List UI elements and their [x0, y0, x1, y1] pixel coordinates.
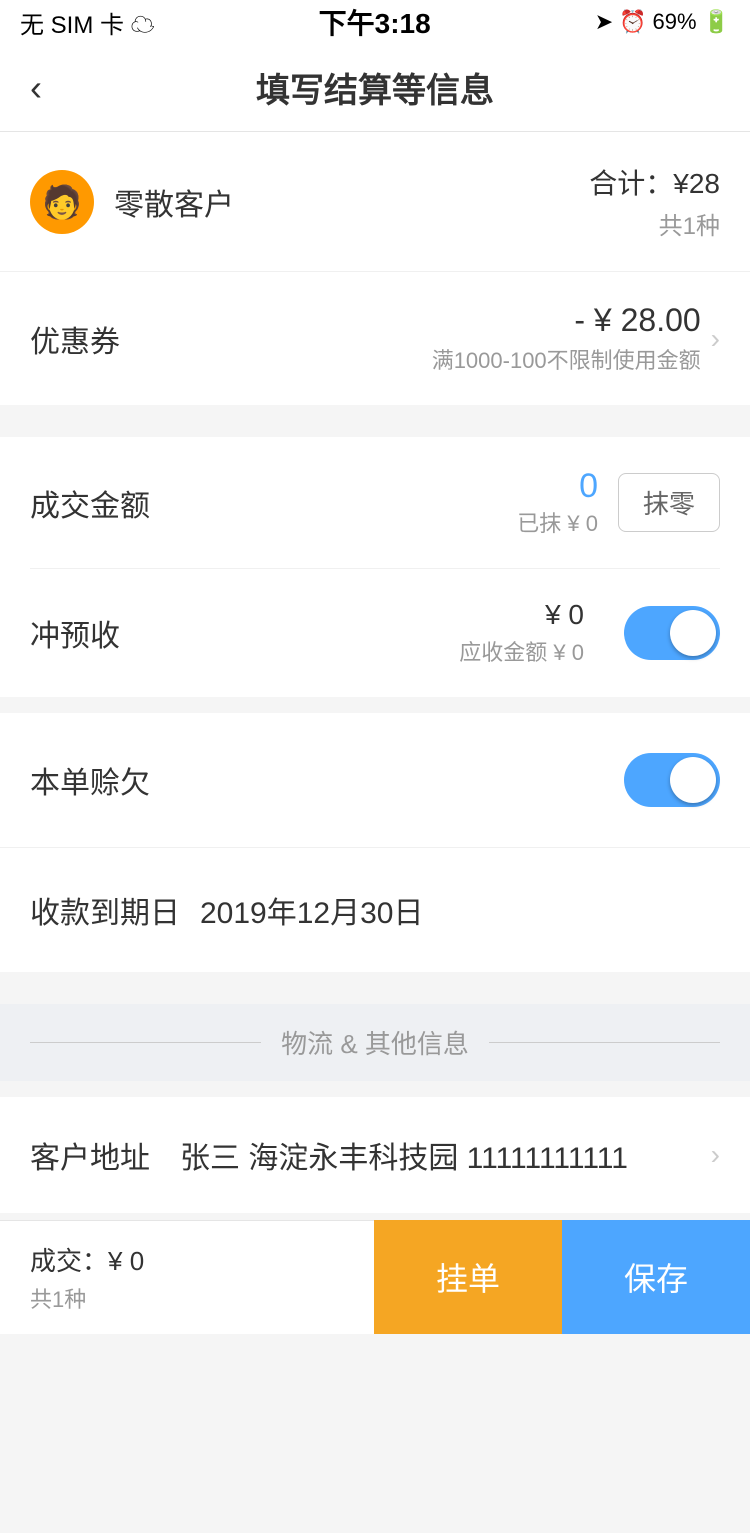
address-value: 张三 海淀永丰科技园 11111111111	[180, 1133, 711, 1177]
customer-name: 零散客户	[114, 180, 234, 224]
coupon-row[interactable]: 优惠券 - ¥ 28.00 满1000-100不限制使用金额 ›	[0, 271, 750, 405]
separator-1	[0, 421, 750, 437]
transaction-value[interactable]: 0	[517, 467, 598, 506]
hang-button[interactable]: 挂单	[374, 1220, 562, 1334]
signal-text: 无 SIM 卡 ☁	[20, 5, 155, 40]
deal-label: 成交：	[30, 1246, 108, 1276]
customer-left: 🧑 零散客户	[30, 170, 234, 234]
bottom-count: 共1种	[30, 1282, 344, 1314]
logistics-label: 物流 & 其他信息	[261, 1024, 489, 1061]
alarm-icon: ⏰	[619, 9, 646, 35]
customer-right: 合计：¥28 共1种	[589, 162, 720, 241]
separator-2	[0, 697, 750, 713]
transaction-sub: 已抹 ¥ 0	[517, 506, 598, 538]
coupon-desc: 满1000-100不限制使用金额	[432, 343, 701, 375]
page-title: 填写结算等信息	[256, 63, 494, 112]
due-date-row: 收款到期日 2019年12月30日	[0, 848, 750, 972]
deal-amount: ¥ 0	[108, 1246, 144, 1276]
debit-row: 本单赊欠	[0, 713, 750, 848]
status-time: 下午3:18	[319, 2, 431, 42]
avatar-icon: 🧑	[42, 183, 82, 221]
address-label: 客户地址	[30, 1133, 150, 1177]
debit-section: 本单赊欠 收款到期日 2019年12月30日	[0, 713, 750, 972]
transaction-label: 成交金额	[30, 481, 150, 525]
prepay-info: ¥ 0 应收金额 ¥ 0	[459, 599, 584, 667]
separator-3	[0, 988, 750, 1004]
transaction-section: 成交金额 0 已抹 ¥ 0 抹零 冲预收 ¥ 0 应收金额 ¥ 0	[0, 437, 750, 697]
coupon-amount: - ¥ 28.00	[432, 302, 701, 339]
address-row[interactable]: 客户地址 张三 海淀永丰科技园 11111111111 ›	[0, 1097, 750, 1213]
due-date-label: 收款到期日	[30, 888, 180, 932]
nav-bar: ‹ 填写结算等信息	[0, 44, 750, 132]
debit-label: 本单赊欠	[30, 758, 150, 802]
prepay-amount: ¥ 0	[459, 599, 584, 631]
status-bar: 无 SIM 卡 ☁ 下午3:18 ➤ ⏰ 69% 🔋	[0, 0, 750, 44]
address-section: 客户地址 张三 海淀永丰科技园 11111111111 ›	[0, 1097, 750, 1213]
avatar: 🧑	[30, 170, 94, 234]
bottom-deal-amount: 成交：¥ 0	[30, 1241, 344, 1278]
battery-text: 69%	[653, 9, 697, 35]
logistics-divider: 物流 & 其他信息	[0, 1024, 750, 1061]
transaction-row: 成交金额 0 已抹 ¥ 0 抹零	[30, 437, 720, 569]
bottom-summary: 成交：¥ 0 共1种	[0, 1220, 374, 1334]
prepay-sub: 应收金额 ¥ 0	[459, 635, 584, 667]
customer-section: 🧑 零散客户 合计：¥28 共1种 优惠券 - ¥ 28.00 满1000-10…	[0, 132, 750, 405]
location-icon: ➤	[595, 9, 613, 35]
prepay-toggle[interactable]	[624, 606, 720, 660]
coupon-info: - ¥ 28.00 满1000-100不限制使用金额	[432, 302, 701, 375]
logistics-section: 物流 & 其他信息	[0, 1004, 750, 1081]
save-button[interactable]: 保存	[562, 1220, 750, 1334]
status-right: ➤ ⏰ 69% 🔋	[595, 9, 730, 35]
customer-count: 共1种	[589, 206, 720, 241]
coupon-right: - ¥ 28.00 满1000-100不限制使用金额 ›	[432, 302, 720, 375]
address-chevron-icon: ›	[711, 1139, 720, 1171]
round-zero-button[interactable]: 抹零	[618, 473, 720, 532]
coupon-label: 优惠券	[30, 317, 120, 361]
customer-row: 🧑 零散客户 合计：¥28 共1种	[0, 132, 750, 271]
transaction-right: 0 已抹 ¥ 0 抹零	[517, 467, 720, 538]
battery-icon: 🔋	[703, 9, 730, 35]
prepay-row: 冲预收 ¥ 0 应收金额 ¥ 0	[30, 569, 720, 697]
bottom-bar: 成交：¥ 0 共1种 挂单 保存	[0, 1220, 750, 1334]
prepay-label: 冲预收	[30, 611, 120, 655]
chevron-right-icon: ›	[711, 323, 720, 355]
due-date-value[interactable]: 2019年12月30日	[200, 888, 423, 932]
status-left: 无 SIM 卡 ☁	[20, 5, 155, 40]
debit-toggle[interactable]	[624, 753, 720, 807]
customer-total: 合计：¥28	[589, 162, 720, 202]
back-button[interactable]: ‹	[30, 67, 42, 109]
